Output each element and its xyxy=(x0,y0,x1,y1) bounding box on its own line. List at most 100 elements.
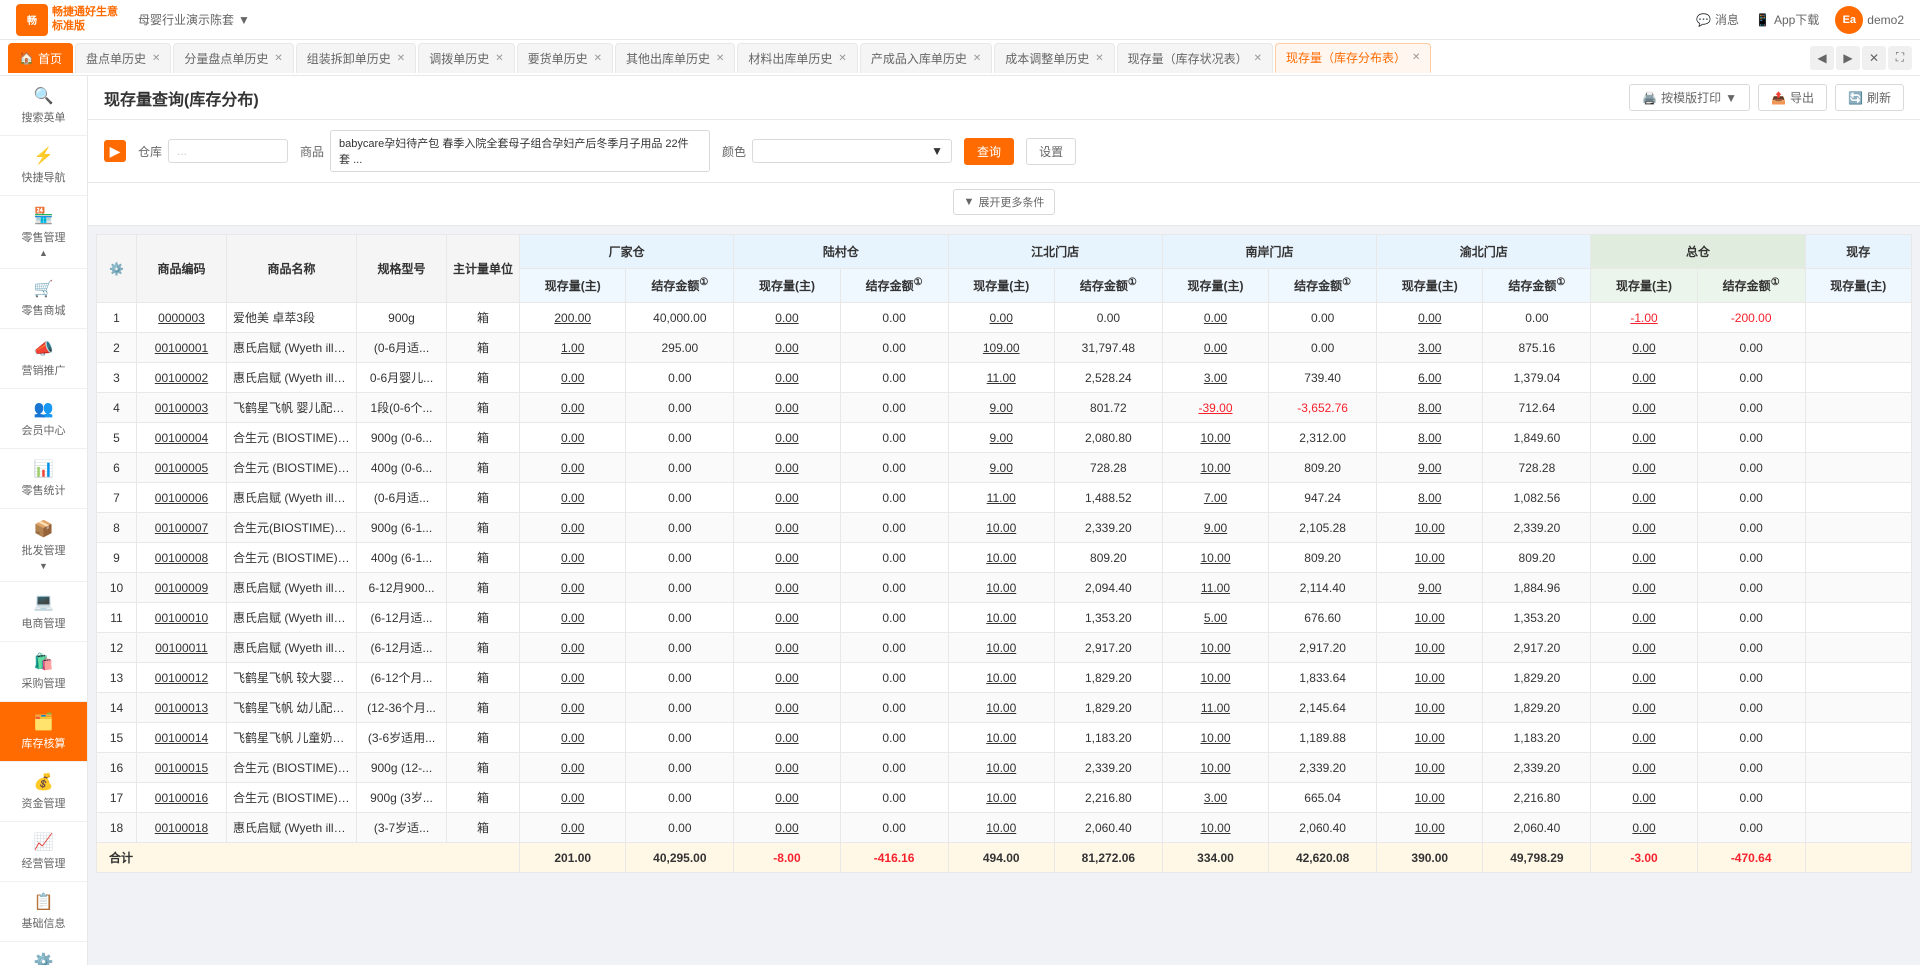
col-nanan-header: 南岸门店 xyxy=(1162,235,1376,269)
row-c2-qty: 0.00 xyxy=(734,303,840,333)
row-c4-amt: 2,105.28 xyxy=(1269,513,1377,543)
sidebar-item-system[interactable]: ⚙️ 系统管理 xyxy=(0,942,87,965)
sidebar-item-search[interactable]: 🔍 搜索英单 xyxy=(0,76,87,136)
warehouse-input[interactable]: ... xyxy=(168,139,288,163)
tab-close-6[interactable]: ✕ xyxy=(716,53,724,64)
row-code: 00100004 xyxy=(137,423,227,453)
row-name: 惠氏启赋 (Wyeth illu... xyxy=(227,363,357,393)
query-btn[interactable]: 查询 xyxy=(964,138,1014,165)
row-c2-qty: 0.00 xyxy=(734,393,840,423)
tab-close-10[interactable]: ✕ xyxy=(1254,53,1262,64)
tab-next-btn[interactable]: ▶ xyxy=(1836,46,1860,70)
row-code: 00100016 xyxy=(137,783,227,813)
tab-close-9[interactable]: ✕ xyxy=(1095,53,1103,64)
tab-close-3[interactable]: ✕ xyxy=(397,53,405,64)
user-area[interactable]: Ea demo2 xyxy=(1835,6,1904,34)
tab-close-8[interactable]: ✕ xyxy=(973,53,981,64)
row-c1-qty: 0.00 xyxy=(520,363,626,393)
nav-selector[interactable]: 母婴行业演示陈套 ▼ xyxy=(138,11,250,28)
sidebar-item-business[interactable]: 📈 经营管理 xyxy=(0,822,87,882)
sidebar-item-basic-info[interactable]: 📋 基础信息 xyxy=(0,882,87,942)
row-name: 合生元 (BIOSTIME) ... xyxy=(227,423,357,453)
sidebar-item-online-store[interactable]: 🛒 零售商城 xyxy=(0,269,87,329)
tab-stock-status[interactable]: 现存量（库存状况表） ✕ xyxy=(1117,43,1273,73)
row-c2-qty: 0.00 xyxy=(734,753,840,783)
table-settings-icon[interactable]: ⚙️ xyxy=(109,262,124,276)
tab-close-2[interactable]: ✕ xyxy=(274,53,282,64)
row-c2-qty: 0.00 xyxy=(734,453,840,483)
refresh-btn[interactable]: 🔄 刷新 xyxy=(1835,84,1904,111)
tab-request[interactable]: 要货单历史 ✕ xyxy=(517,43,613,73)
row-c1-qty: 0.00 xyxy=(520,693,626,723)
product-input[interactable]: babycare孕妇待产包 春季入院全套母子组合孕妇产后冬季月子用品 22件套 … xyxy=(330,130,710,172)
row-code: 00100018 xyxy=(137,813,227,843)
tab-other-out[interactable]: 其他出库单历史 ✕ xyxy=(615,43,735,73)
sidebar-item-inventory[interactable]: 🗂️ 库存核算 xyxy=(0,702,87,762)
sidebar-item-finance[interactable]: 💰 资金管理 xyxy=(0,762,87,822)
row-c3-qty: 10.00 xyxy=(948,513,1054,543)
row-cur xyxy=(1805,423,1911,453)
table-row: 8 00100007 合生元(BIOSTIME)派... 900g (6-1..… xyxy=(97,513,1912,543)
filter-expand-arrow[interactable]: ▶ xyxy=(104,140,126,162)
sidebar-item-purchase[interactable]: 🛍️ 采购管理 xyxy=(0,642,87,702)
color-select[interactable]: ▼ xyxy=(752,139,952,163)
row-seq: 4 xyxy=(97,393,137,423)
row-unit: 箱 xyxy=(447,393,520,423)
row-total-qty: -1.00 xyxy=(1591,303,1697,333)
tab-close-1[interactable]: ✕ xyxy=(152,53,160,64)
table-row: 1 0000003 爱他美 卓萃3段 900g 箱 200.00 40,000.… xyxy=(97,303,1912,333)
row-c1-amt: 0.00 xyxy=(626,543,734,573)
row-c5-amt: 712.64 xyxy=(1483,393,1591,423)
row-cur xyxy=(1805,393,1911,423)
tab-expand-btn[interactable]: ⛶ xyxy=(1888,46,1912,70)
tab-stock-dist[interactable]: 现存量（库存分布表） ✕ xyxy=(1275,43,1431,73)
tab-product-in[interactable]: 产成品入库单历史 ✕ xyxy=(860,43,992,73)
row-c3-qty: 11.00 xyxy=(948,483,1054,513)
sidebar-item-marketing[interactable]: 📣 营销推广 xyxy=(0,329,87,389)
row-total-qty: 0.00 xyxy=(1591,543,1697,573)
row-c3-amt: 1,829.20 xyxy=(1054,663,1162,693)
message-btn[interactable]: 💬 消息 xyxy=(1696,11,1739,28)
row-total-amt: -200.00 xyxy=(1697,303,1805,333)
row-spec: (12-36个月... xyxy=(357,693,447,723)
tab-close-5[interactable]: ✕ xyxy=(594,53,602,64)
tab-transfer[interactable]: 调拨单历史 ✕ xyxy=(418,43,514,73)
tab-material-out[interactable]: 材料出库单历史 ✕ xyxy=(737,43,857,73)
expand-conditions-btn[interactable]: ▼ 展开更多条件 xyxy=(953,189,1056,215)
row-c1-qty: 0.00 xyxy=(520,633,626,663)
sidebar-item-wholesale[interactable]: 📦 批发管理 ▼ xyxy=(0,509,87,582)
sidebar-item-ecommerce[interactable]: 💻 电商管理 xyxy=(0,582,87,642)
expand-icon: ▼ xyxy=(964,196,975,208)
row-seq: 14 xyxy=(97,693,137,723)
table-row: 4 00100003 飞鹤星飞帆 婴儿配方奶... 1段(0-6个... 箱 0… xyxy=(97,393,1912,423)
tab-close-all-btn[interactable]: ✕ xyxy=(1862,46,1886,70)
row-spec: 900g (6-1... xyxy=(357,513,447,543)
tab-close-11[interactable]: ✕ xyxy=(1412,52,1420,63)
row-cur xyxy=(1805,363,1911,393)
tab-close-4[interactable]: ✕ xyxy=(495,53,503,64)
sidebar-item-retail-mgmt[interactable]: 🏪 零售管理 ▲ xyxy=(0,196,87,269)
row-seq: 9 xyxy=(97,543,137,573)
tab-prev-btn[interactable]: ◀ xyxy=(1810,46,1834,70)
row-c3-amt: 1,488.52 xyxy=(1054,483,1162,513)
sidebar-item-retail-stats[interactable]: 📊 零售统计 xyxy=(0,449,87,509)
table-area[interactable]: ⚙️ 商品编码 商品名称 规格型号 主计量单位 厂家仓 陆村仓 江北门店 南岸门… xyxy=(88,226,1920,965)
tab-cost-adjust[interactable]: 成本调整单历史 ✕ xyxy=(994,43,1114,73)
tab-sub-inventory[interactable]: 分量盘点单历史 ✕ xyxy=(173,43,293,73)
settings-btn[interactable]: 设置 xyxy=(1026,138,1076,165)
tab-assembly[interactable]: 组装拆卸单历史 ✕ xyxy=(296,43,416,73)
sidebar-item-member[interactable]: 👥 会员中心 xyxy=(0,389,87,449)
app-download-btn[interactable]: 📱 App下载 xyxy=(1755,11,1819,28)
sidebar-item-quicknav[interactable]: ⚡ 快捷导航 xyxy=(0,136,87,196)
tab-home[interactable]: 🏠 首页 xyxy=(8,43,73,73)
row-c5-amt: 2,917.20 xyxy=(1483,633,1591,663)
row-c2-amt: 0.00 xyxy=(840,633,948,663)
row-c1-qty: 0.00 xyxy=(520,663,626,693)
row-c4-amt: 2,114.40 xyxy=(1269,573,1377,603)
tab-close-7[interactable]: ✕ xyxy=(838,53,846,64)
tab-inventory-check[interactable]: 盘点单历史 ✕ xyxy=(75,43,171,73)
print-btn[interactable]: 🖨️ 按模版打印 ▼ xyxy=(1629,84,1750,111)
basic-info-icon: 📋 xyxy=(34,892,54,912)
row-c2-amt: 0.00 xyxy=(840,393,948,423)
export-btn[interactable]: 📤 导出 xyxy=(1758,84,1827,111)
